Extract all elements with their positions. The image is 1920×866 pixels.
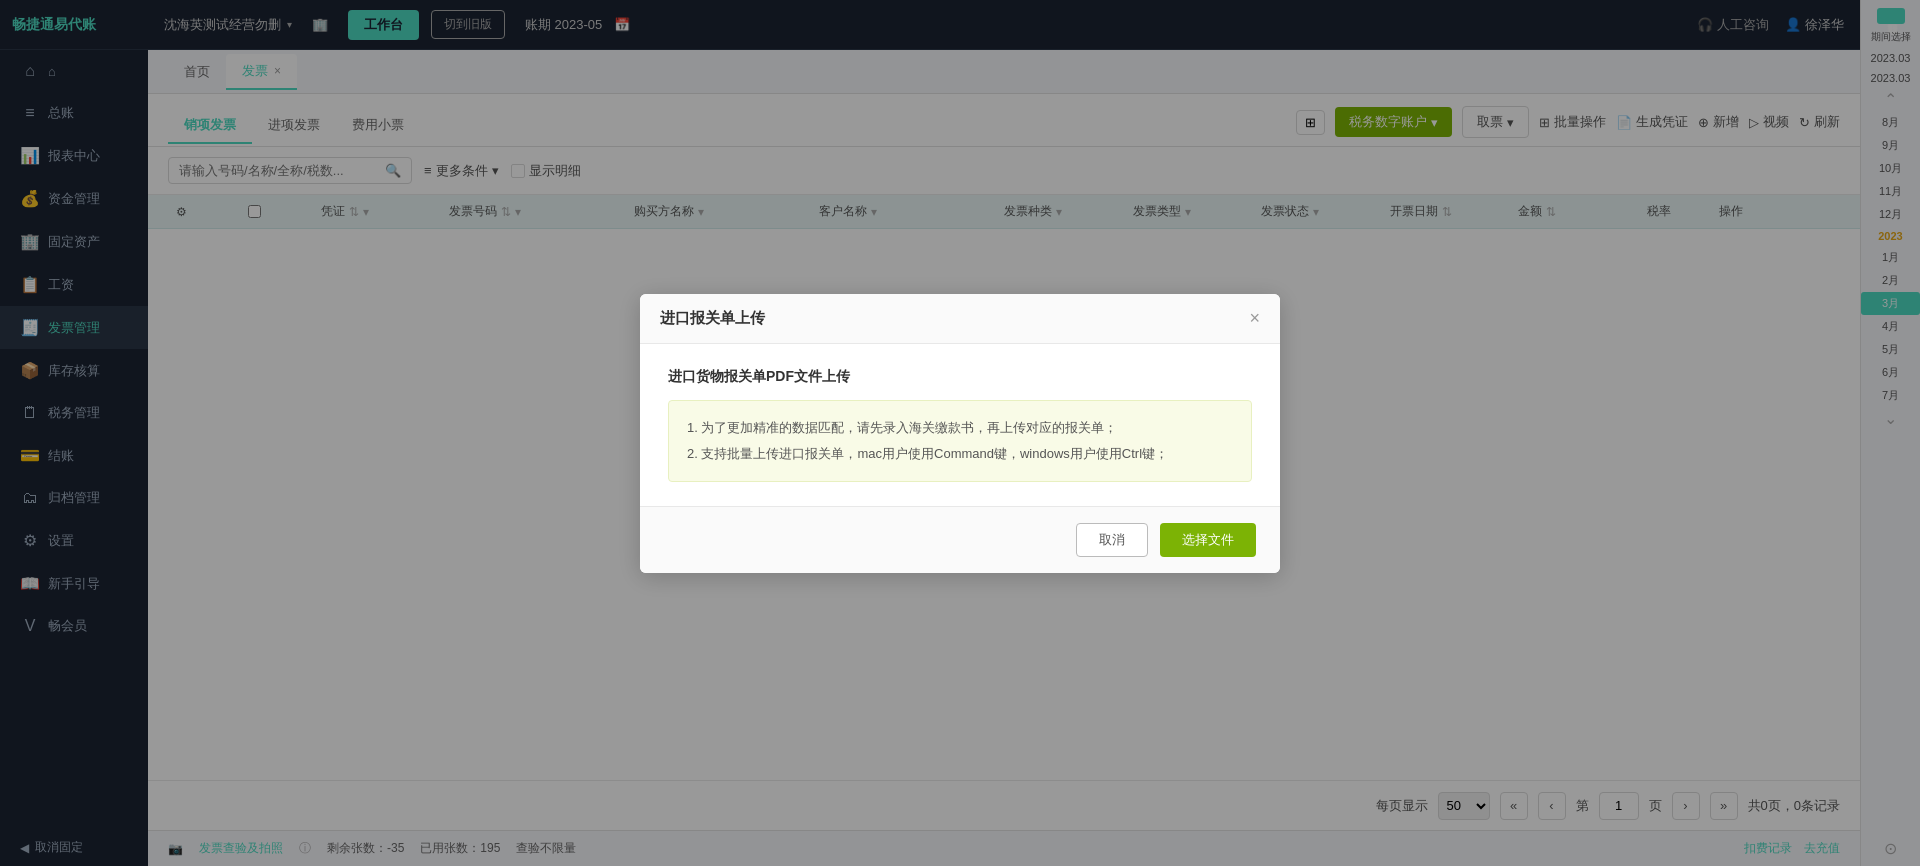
modal-cancel-btn[interactable]: 取消 (1076, 523, 1148, 557)
modal-close-btn[interactable]: × (1249, 308, 1260, 329)
import-customs-modal: 进口报关单上传 × 进口货物报关单PDF文件上传 1. 为了更加精准的数据匹配，… (640, 294, 1280, 573)
modal-info-item-2: 2. 支持批量上传进口报关单，mac用户使用Command键，windows用户… (687, 441, 1233, 467)
modal-section-title: 进口货物报关单PDF文件上传 (668, 368, 1252, 386)
modal-info-item-1: 1. 为了更加精准的数据匹配，请先录入海关缴款书，再上传对应的报关单； (687, 415, 1233, 441)
modal-overlay: 进口报关单上传 × 进口货物报关单PDF文件上传 1. 为了更加精准的数据匹配，… (0, 0, 1920, 866)
modal-info-box: 1. 为了更加精准的数据匹配，请先录入海关缴款书，再上传对应的报关单； 2. 支… (668, 400, 1252, 482)
modal-body: 进口货物报关单PDF文件上传 1. 为了更加精准的数据匹配，请先录入海关缴款书，… (640, 344, 1280, 506)
modal-footer: 取消 选择文件 (640, 506, 1280, 573)
modal-title: 进口报关单上传 (660, 309, 765, 328)
modal-header: 进口报关单上传 × (640, 294, 1280, 344)
modal-select-file-btn[interactable]: 选择文件 (1160, 523, 1256, 557)
